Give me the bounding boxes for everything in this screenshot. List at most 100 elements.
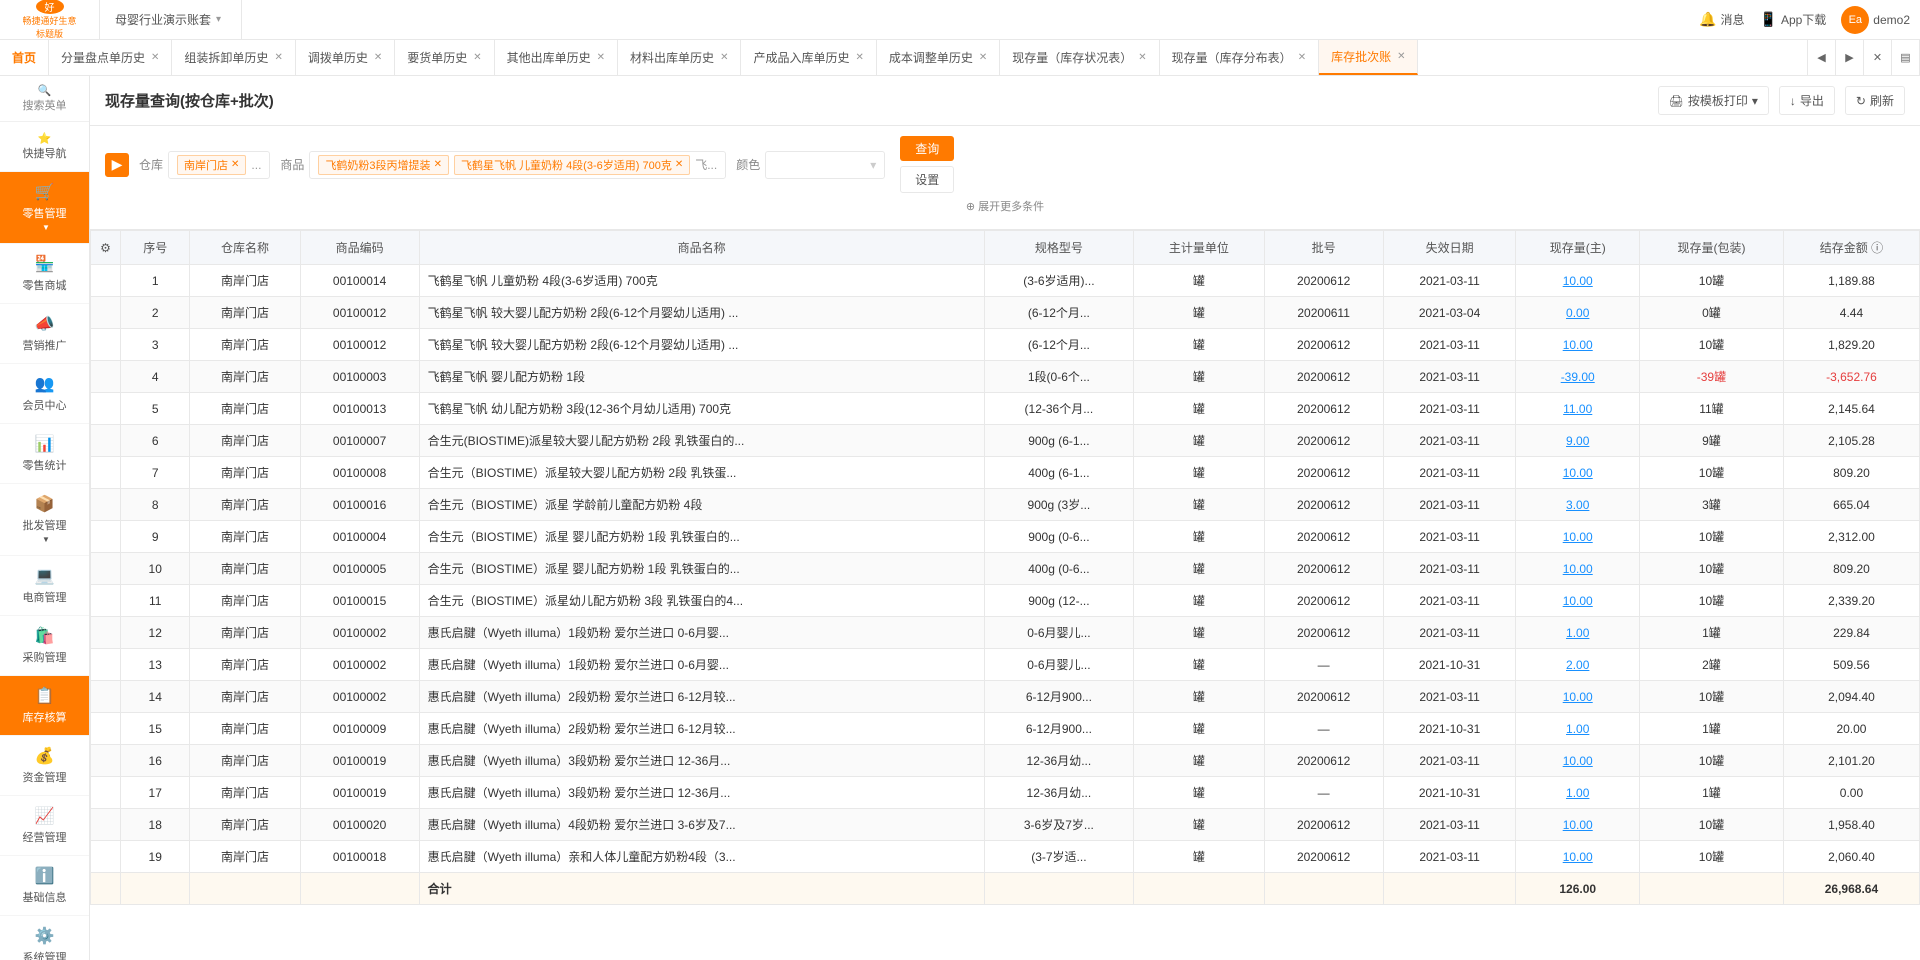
cell-name: 惠氏启腱（Wyeth illuma）4段奶粉 爱尔兰进口 3-6岁及7... bbox=[419, 809, 984, 841]
setting-btn[interactable]: 设置 bbox=[900, 166, 954, 193]
warehouse-tag-1-close-icon[interactable]: ✕ bbox=[231, 159, 239, 170]
tab-tune[interactable]: 调拨单历史 ✕ bbox=[296, 40, 395, 75]
product-tag-2[interactable]: 飞鹤星飞帆 儿童奶粉 4段(3-6岁适用) 700克 ✕ bbox=[454, 155, 690, 175]
warehouse-more-dots[interactable]: ... bbox=[251, 158, 261, 172]
tab-combo-tear-close-icon[interactable]: ✕ bbox=[274, 52, 282, 63]
app-download-btn[interactable]: 📱 App下载 bbox=[1760, 11, 1827, 28]
sidebar-item-finance[interactable]: 💰 资金管理 bbox=[0, 736, 89, 796]
product-tag-1-close-icon[interactable]: ✕ bbox=[434, 159, 442, 170]
cell-stock-main[interactable]: 10.00 bbox=[1516, 521, 1640, 553]
product-more-dots[interactable]: 飞... bbox=[695, 156, 717, 173]
tab-close-btn[interactable]: ✕ bbox=[1864, 40, 1892, 75]
sidebar-search[interactable]: 🔍 搜索英单 bbox=[0, 76, 89, 122]
table-row: 5南岸门店00100013飞鹤星飞帆 幼儿配方奶粉 3段(12-36个月幼儿适用… bbox=[91, 393, 1920, 425]
refresh-btn[interactable]: ↻ 刷新 bbox=[1845, 86, 1905, 115]
cell-stock-main[interactable]: 10.00 bbox=[1516, 265, 1640, 297]
tab-material-out[interactable]: 材料出库单历史 ✕ bbox=[618, 40, 741, 75]
tab-batch-voucher-close-icon[interactable]: ✕ bbox=[1397, 51, 1405, 62]
sidebar-item-wholesale[interactable]: 📦 批发管理 bbox=[0, 484, 89, 556]
warehouse-filter-tags[interactable]: 南岸门店 ✕ ... bbox=[168, 151, 270, 179]
tab-prev-btn[interactable]: ◀ bbox=[1808, 40, 1836, 75]
sidebar-item-member[interactable]: 👥 会员中心 bbox=[0, 364, 89, 424]
sidebar-item-purchase[interactable]: 🛍️ 采购管理 bbox=[0, 616, 89, 676]
tab-next-btn[interactable]: ▶ bbox=[1836, 40, 1864, 75]
sidebar-item-retail-stats[interactable]: 📊 零售统计 bbox=[0, 424, 89, 484]
tab-inventory-dist[interactable]: 现存量（库存分布表） ✕ bbox=[1160, 40, 1319, 75]
tab-split-disk[interactable]: 分量盘点单历史 ✕ bbox=[49, 40, 172, 75]
tab-split-disk-close-icon[interactable]: ✕ bbox=[151, 52, 159, 63]
cell-stock-main[interactable]: 10.00 bbox=[1516, 585, 1640, 617]
tab-inventory-status-close-icon[interactable]: ✕ bbox=[1138, 52, 1146, 63]
product-filter-tags[interactable]: 飞鹤奶粉3段丙增提装 ✕ 飞鹤星飞帆 儿童奶粉 4段(3-6岁适用) 700克 … bbox=[309, 151, 726, 179]
tab-tune-label: 调拨单历史 bbox=[308, 49, 368, 66]
user-name: demo2 bbox=[1873, 13, 1910, 27]
tab-product-in-close-icon[interactable]: ✕ bbox=[855, 52, 863, 63]
cell-stock-main[interactable]: 10.00 bbox=[1516, 681, 1640, 713]
sidebar-item-ecommerce[interactable]: 💻 电商管理 bbox=[0, 556, 89, 616]
message-btn[interactable]: 🔔 消息 bbox=[1699, 11, 1744, 28]
cell-stock-main[interactable]: 2.00 bbox=[1516, 649, 1640, 681]
tab-other-out[interactable]: 其他出库单历史 ✕ bbox=[495, 40, 618, 75]
message-label: 消息 bbox=[1720, 11, 1744, 28]
cell-expiry: 2021-03-11 bbox=[1383, 489, 1516, 521]
cell-stock-main[interactable]: 3.00 bbox=[1516, 489, 1640, 521]
cell-expiry: 2021-10-31 bbox=[1383, 713, 1516, 745]
industry-selector[interactable]: 母婴行业演示账套 ▾ bbox=[100, 0, 242, 39]
cell-stock-main[interactable]: 9.00 bbox=[1516, 425, 1640, 457]
tab-request[interactable]: 要货单历史 ✕ bbox=[395, 40, 494, 75]
cell-stock-main[interactable]: 0.00 bbox=[1516, 297, 1640, 329]
cell-stock-main[interactable]: 10.00 bbox=[1516, 457, 1640, 489]
tab-menu-btn[interactable]: ▤ bbox=[1892, 40, 1920, 75]
cell-stock-pkg: 1罐 bbox=[1640, 713, 1784, 745]
cell-seq: 15 bbox=[121, 713, 190, 745]
tab-combo-tear[interactable]: 组装拆卸单历史 ✕ bbox=[172, 40, 295, 75]
cell-stock-main[interactable]: 10.00 bbox=[1516, 329, 1640, 361]
sidebar-item-basic[interactable]: ℹ️ 基础信息 bbox=[0, 856, 89, 916]
export-btn[interactable]: ↓ 导出 bbox=[1779, 86, 1835, 115]
sidebar-item-inventory[interactable]: 📋 库存核算 bbox=[0, 676, 89, 736]
tab-other-out-label: 其他出库单历史 bbox=[507, 49, 591, 66]
product-tag-1[interactable]: 飞鹤奶粉3段丙增提装 ✕ bbox=[318, 155, 449, 175]
sidebar-item-operation[interactable]: 📈 经营管理 bbox=[0, 796, 89, 856]
tab-cost-adjust-close-icon[interactable]: ✕ bbox=[979, 52, 987, 63]
cell-warehouse: 南岸门店 bbox=[190, 841, 300, 873]
cell-expiry: 2021-03-11 bbox=[1383, 681, 1516, 713]
tab-other-out-close-icon[interactable]: ✕ bbox=[597, 52, 605, 63]
search-btn[interactable]: 查询 bbox=[900, 136, 954, 161]
color-filter-select[interactable]: ▾ bbox=[765, 151, 885, 179]
col-settings[interactable]: ⚙ bbox=[91, 231, 121, 265]
cell-stock-main[interactable]: 1.00 bbox=[1516, 777, 1640, 809]
tab-material-out-close-icon[interactable]: ✕ bbox=[720, 52, 728, 63]
cell-spec: (3-6岁适用)... bbox=[984, 265, 1134, 297]
user-area[interactable]: Ea demo2 bbox=[1841, 6, 1910, 34]
tab-cost-adjust[interactable]: 成本调整单历史 ✕ bbox=[877, 40, 1000, 75]
cell-stock-main[interactable]: -39.00 bbox=[1516, 361, 1640, 393]
cell-stock-main[interactable]: 10.00 bbox=[1516, 745, 1640, 777]
cell-stock-main[interactable]: 10.00 bbox=[1516, 841, 1640, 873]
filter-toggle-btn[interactable]: ▶ bbox=[105, 153, 129, 177]
cell-spec: 3-6岁及7岁... bbox=[984, 809, 1134, 841]
cell-unit: 罐 bbox=[1134, 297, 1264, 329]
cell-stock-main[interactable]: 1.00 bbox=[1516, 713, 1640, 745]
table-row: 19南岸门店00100018惠氏启腱（Wyeth illuma）亲和人体儿童配方… bbox=[91, 841, 1920, 873]
sidebar-item-marketing[interactable]: 📣 营销推广 bbox=[0, 304, 89, 364]
expand-more-btn[interactable]: ⊕ 展开更多条件 bbox=[105, 193, 1905, 219]
cell-stock-main[interactable]: 10.00 bbox=[1516, 809, 1640, 841]
tab-home[interactable]: 首页 bbox=[0, 40, 49, 75]
sidebar-quick-nav[interactable]: ⭐ 快捷导航 bbox=[0, 122, 89, 172]
tab-request-close-icon[interactable]: ✕ bbox=[473, 52, 481, 63]
sidebar-item-system[interactable]: ⚙️ 系统管理 bbox=[0, 916, 89, 960]
tab-batch-voucher[interactable]: 库存批次账 ✕ bbox=[1319, 40, 1418, 75]
tab-inventory-dist-close-icon[interactable]: ✕ bbox=[1298, 52, 1306, 63]
warehouse-tag-1[interactable]: 南岸门店 ✕ bbox=[177, 155, 246, 175]
print-template-btn[interactable]: 🖨 按模板打印 ▾ bbox=[1658, 86, 1769, 115]
sidebar-item-retail-mall[interactable]: 🏪 零售商城 bbox=[0, 244, 89, 304]
tab-product-in[interactable]: 产成品入库单历史 ✕ bbox=[741, 40, 876, 75]
tab-tune-close-icon[interactable]: ✕ bbox=[374, 52, 382, 63]
cell-stock-main[interactable]: 1.00 bbox=[1516, 617, 1640, 649]
cell-stock-main[interactable]: 11.00 bbox=[1516, 393, 1640, 425]
cell-stock-main[interactable]: 10.00 bbox=[1516, 553, 1640, 585]
tab-inventory-status[interactable]: 现存量（库存状况表） ✕ bbox=[1000, 40, 1159, 75]
sidebar-item-retail-mgmt[interactable]: 🛒 零售管理 bbox=[0, 172, 89, 244]
product-tag-2-close-icon[interactable]: ✕ bbox=[675, 159, 683, 170]
